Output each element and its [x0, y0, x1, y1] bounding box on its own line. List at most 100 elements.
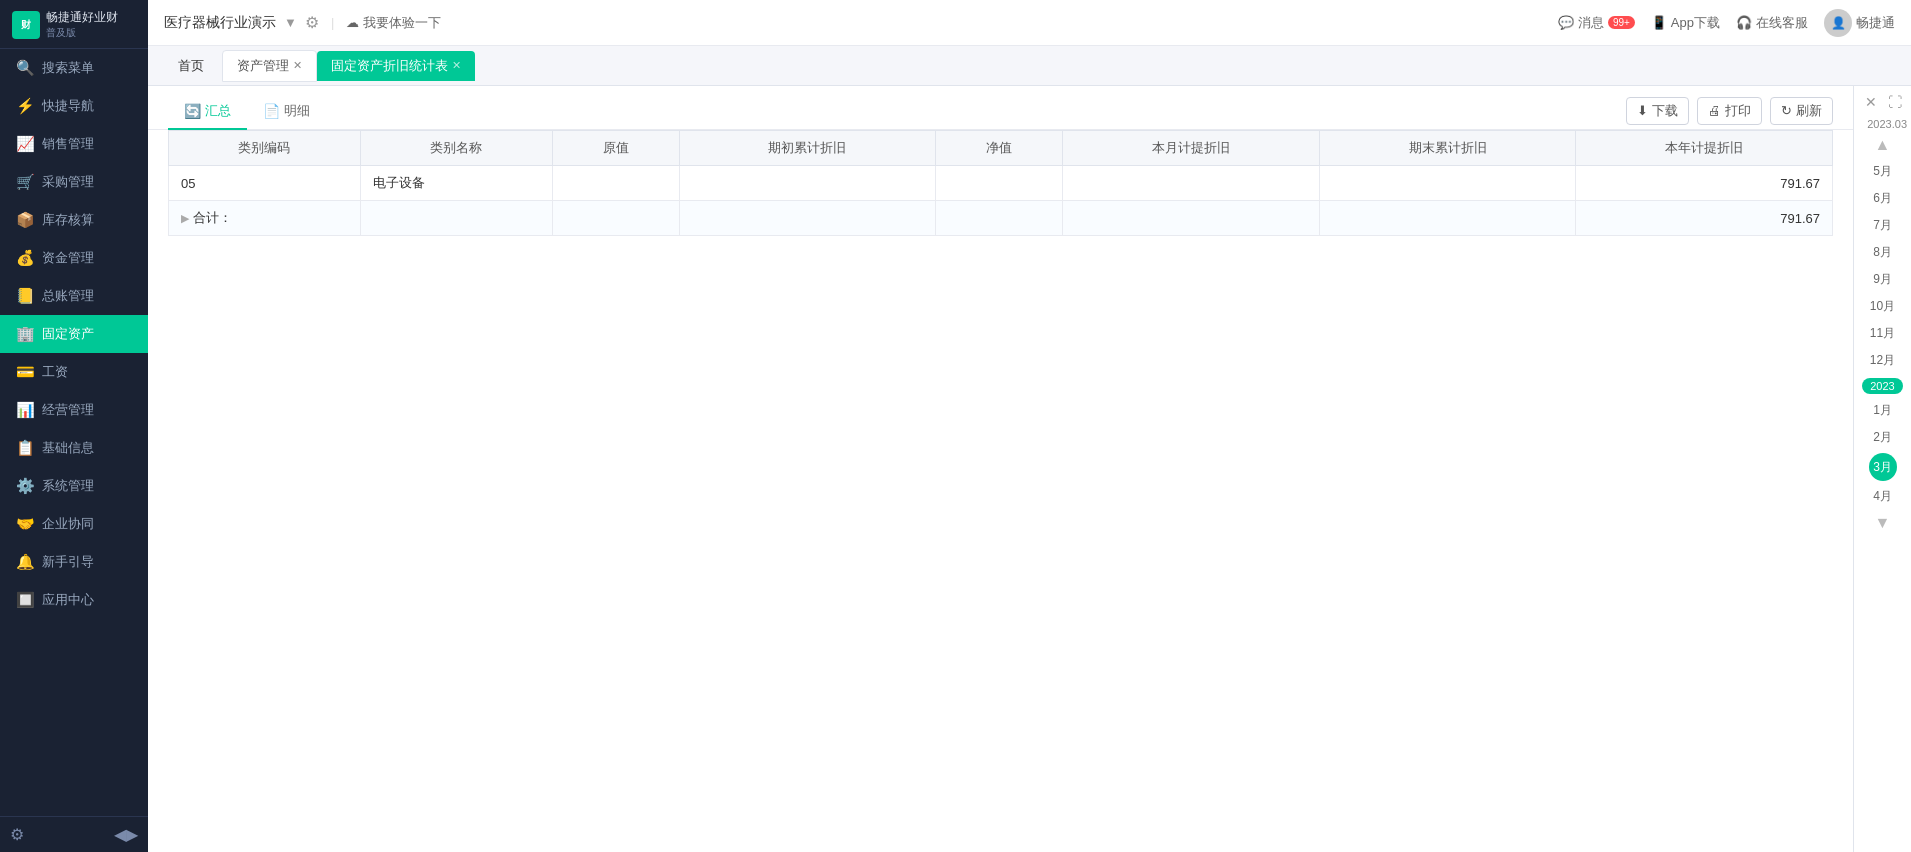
quick-nav-icon: ⚡	[16, 97, 34, 115]
year-badge[interactable]: 2023	[1862, 378, 1902, 394]
row-initial-accum	[679, 166, 936, 201]
app-center-icon: 🔲	[16, 591, 34, 609]
sidebar-item-sales[interactable]: 📈 销售管理	[0, 125, 148, 163]
sidebar-bottom: ⚙ ◀▶	[0, 816, 148, 852]
sidebar-item-ledger[interactable]: 📒 总账管理	[0, 277, 148, 315]
sales-icon: 📈	[16, 135, 34, 153]
month-7[interactable]: 7月	[1854, 212, 1911, 239]
cloud-icon: ☁	[346, 15, 359, 30]
user-info[interactable]: 👤 畅捷通	[1824, 9, 1895, 37]
company-name: 医疗器械行业演示	[164, 14, 276, 32]
tab-close-depreciation[interactable]: ✕	[452, 59, 461, 72]
message-label: 消息	[1578, 14, 1604, 32]
app-logo: 财 畅捷通好业财 普及版	[0, 0, 148, 49]
experience-btn[interactable]: ☁ 我要体验一下	[346, 14, 441, 32]
sidebar-item-system[interactable]: ⚙️ 系统管理	[0, 467, 148, 505]
expand-panel-btn[interactable]: ⛶	[1885, 92, 1905, 112]
message-btn[interactable]: 💬 消息 99+	[1558, 14, 1635, 32]
col-header-initial-accum: 期初累计折旧	[679, 131, 936, 166]
detail-label: 明细	[284, 102, 310, 120]
total-year-depr: 791.67	[1576, 201, 1833, 236]
col-header-net: 净值	[936, 131, 1063, 166]
total-month-depr	[1063, 201, 1320, 236]
app-download-btn[interactable]: 📱 App下载	[1651, 14, 1720, 32]
subtab-detail[interactable]: 📄 明细	[247, 96, 326, 130]
scroll-down-btn[interactable]: ▼	[1854, 510, 1911, 536]
dropdown-icon[interactable]: ▼	[284, 15, 297, 30]
divider: |	[331, 15, 334, 30]
total-name	[360, 201, 552, 236]
download-button[interactable]: ⬇ 下载	[1626, 97, 1689, 125]
month-11[interactable]: 11月	[1854, 320, 1911, 347]
col-header-year-depr: 本年计提折旧	[1576, 131, 1833, 166]
ledger-icon: 📒	[16, 287, 34, 305]
basic-info-icon: 📋	[16, 439, 34, 457]
month-12[interactable]: 12月	[1854, 347, 1911, 374]
nav-label: 资金管理	[42, 249, 94, 267]
message-icon: 💬	[1558, 15, 1574, 30]
inventory-icon: 📦	[16, 211, 34, 229]
refresh-button[interactable]: ↻ 刷新	[1770, 97, 1833, 125]
month-1[interactable]: 1月	[1854, 397, 1911, 424]
collapse-icon[interactable]: ◀▶	[114, 825, 138, 844]
topbar-right: 💬 消息 99+ 📱 App下载 🎧 在线客服 👤 畅捷通	[1558, 9, 1895, 37]
col-header-name: 类别名称	[360, 131, 552, 166]
sidebar-item-quick-nav[interactable]: ⚡ 快捷导航	[0, 87, 148, 125]
settings-gear-icon[interactable]: ⚙	[305, 13, 319, 32]
print-button[interactable]: 🖨 打印	[1697, 97, 1762, 125]
tab-asset-mgmt[interactable]: 资产管理 ✕	[222, 50, 317, 82]
sidebar-item-fixed-assets[interactable]: 🏢 固定资产	[0, 315, 148, 353]
print-label: 打印	[1725, 102, 1751, 120]
sidebar-item-business[interactable]: 📊 经营管理	[0, 391, 148, 429]
month-5[interactable]: 5月	[1854, 158, 1911, 185]
month-4[interactable]: 4月	[1854, 483, 1911, 510]
row-original	[552, 166, 679, 201]
sidebar-item-payroll[interactable]: 💳 工资	[0, 353, 148, 391]
fixed-assets-icon: 🏢	[16, 325, 34, 343]
tab-home[interactable]: 首页	[164, 51, 218, 81]
total-period-end	[1319, 201, 1576, 236]
headset-icon: 🎧	[1736, 15, 1752, 30]
search-menu[interactable]: 🔍 搜索菜单	[0, 49, 148, 87]
sidebar-item-app-center[interactable]: 🔲 应用中心	[0, 581, 148, 619]
nav-label: 企业协同	[42, 515, 94, 533]
refresh-icon: ↻	[1781, 103, 1792, 118]
sidebar-item-purchase[interactable]: 🛒 采购管理	[0, 163, 148, 201]
sidebar-item-finance[interactable]: 💰 资金管理	[0, 239, 148, 277]
finance-icon: 💰	[16, 249, 34, 267]
tab-close-asset-mgmt[interactable]: ✕	[293, 59, 302, 72]
sidebar-item-basic-info[interactable]: 📋 基础信息	[0, 429, 148, 467]
nav-label: 库存核算	[42, 211, 94, 229]
panel-header: ✕ ⛶	[1854, 86, 1911, 116]
nav-label: 新手引导	[42, 553, 94, 571]
payroll-icon: 💳	[16, 363, 34, 381]
current-month[interactable]: 3月	[1869, 453, 1897, 481]
subtab-summary[interactable]: 🔄 汇总	[168, 96, 247, 130]
sidebar-item-inventory[interactable]: 📦 库存核算	[0, 201, 148, 239]
logo-icon: 财	[12, 11, 40, 39]
nav-label: 工资	[42, 363, 68, 381]
sidebar-item-guide[interactable]: 🔔 新手引导	[0, 543, 148, 581]
row-net	[936, 166, 1063, 201]
row-month-depr	[1063, 166, 1320, 201]
month-6[interactable]: 6月	[1854, 185, 1911, 212]
online-service-btn[interactable]: 🎧 在线客服	[1736, 14, 1808, 32]
month-8[interactable]: 8月	[1854, 239, 1911, 266]
search-label: 搜索菜单	[42, 59, 94, 77]
close-panel-btn[interactable]: ✕	[1861, 92, 1881, 112]
month-2[interactable]: 2月	[1854, 424, 1911, 451]
app-download-label: App下载	[1671, 14, 1720, 32]
nav-label: 经营管理	[42, 401, 94, 419]
row-name: 电子设备	[360, 166, 552, 201]
download-icon: ⬇	[1637, 103, 1648, 118]
month-10[interactable]: 10月	[1854, 293, 1911, 320]
tab-depreciation[interactable]: 固定资产折旧统计表 ✕	[317, 51, 475, 81]
scroll-up-btn[interactable]: ▲	[1854, 132, 1911, 158]
nav-label: 应用中心	[42, 591, 94, 609]
month-9[interactable]: 9月	[1854, 266, 1911, 293]
year-display: 2023.03	[1854, 116, 1911, 132]
table-wrap: 类别编码 类别名称 原值 期初累计折旧 净值 本月计提折旧 期末累计折旧 本年计…	[148, 130, 1853, 852]
phone-icon: 📱	[1651, 15, 1667, 30]
sidebar-item-cooperation[interactable]: 🤝 企业协同	[0, 505, 148, 543]
settings-icon[interactable]: ⚙	[10, 825, 24, 844]
